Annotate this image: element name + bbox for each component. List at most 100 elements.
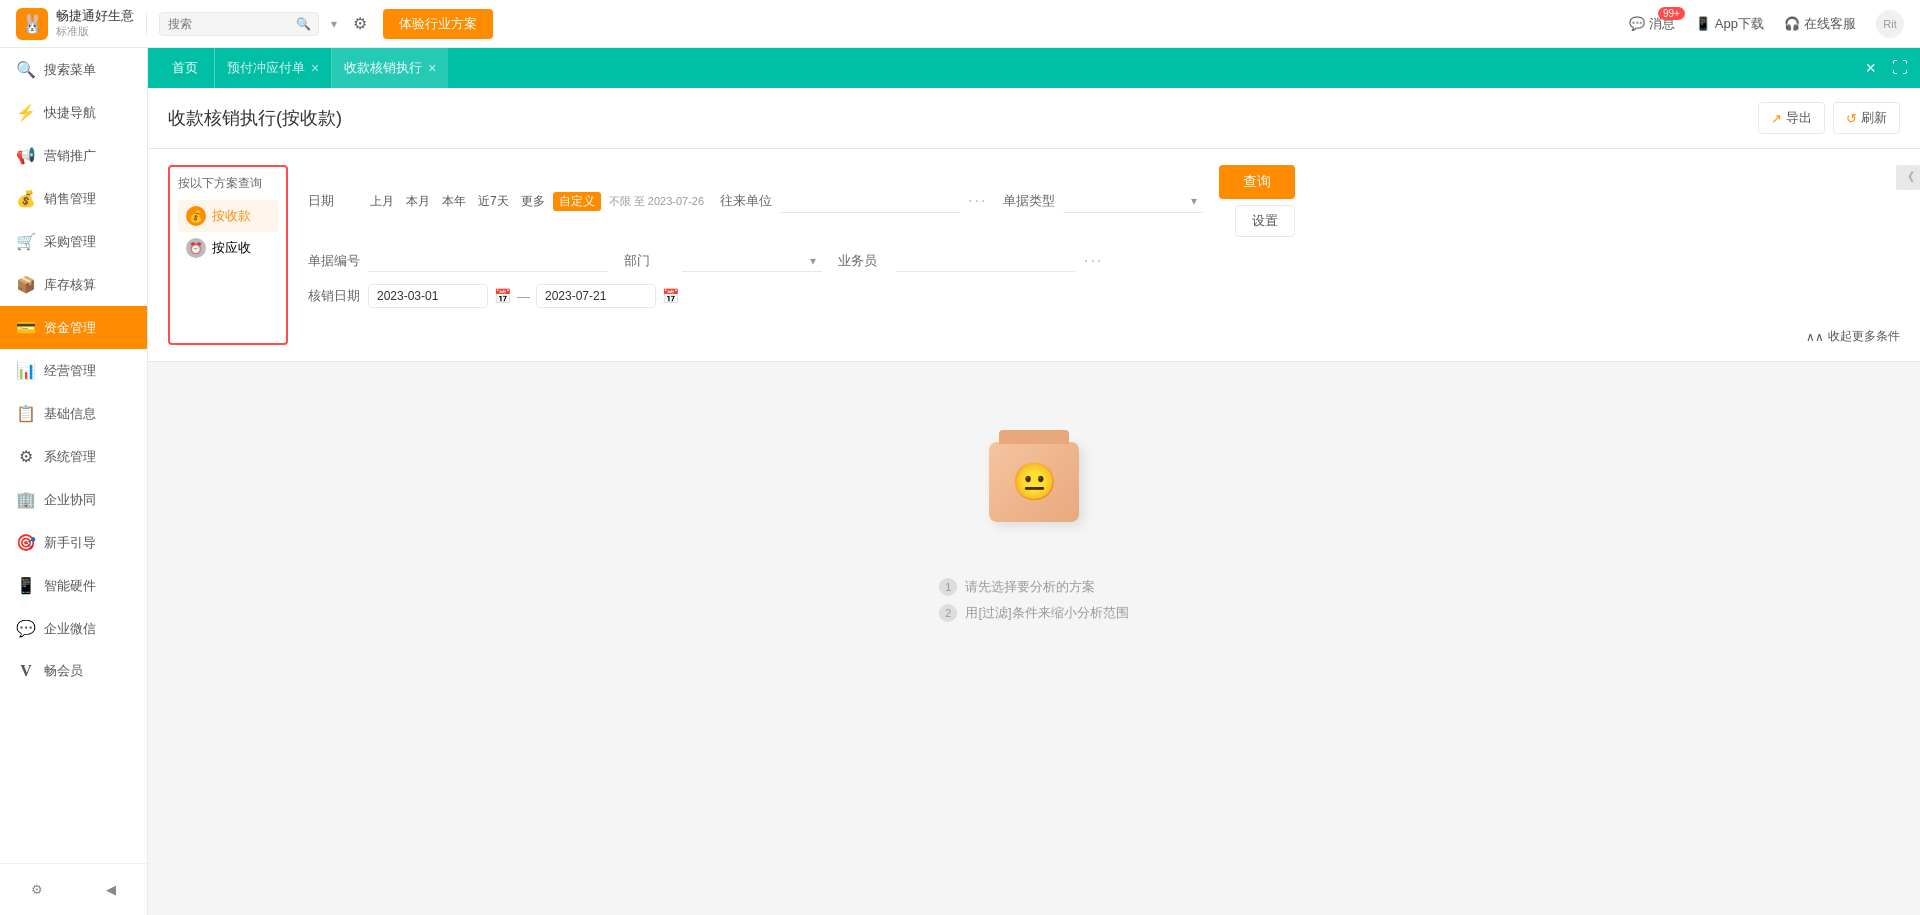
shortcut-custom[interactable]: 自定义 [553, 192, 601, 211]
date-separator: — [517, 289, 530, 304]
sidebar-item-wechat[interactable]: 💬 企业微信 [0, 607, 147, 650]
doc-type-select[interactable] [1063, 190, 1203, 213]
wechat-icon: 💬 [16, 619, 36, 638]
sidebar-item-finance[interactable]: 💳 资金管理 [0, 306, 147, 349]
verify-date-group: 核销日期 📅 — 📅 [308, 284, 679, 308]
calendar-icon-end[interactable]: 📅 [662, 288, 679, 304]
operation-icon: 📊 [16, 361, 36, 380]
sidebar-item-purchase[interactable]: 🛒 采购管理 [0, 220, 147, 263]
top-bar-right: 💬 消息 99+ 📱 App下载 🎧 在线客服 Rit [1629, 10, 1904, 38]
tab-bar: 首页 预付冲应付单 × 收款核销执行 × × ⛶ [148, 48, 1920, 88]
sidebar-item-label: 库存核算 [44, 276, 96, 294]
sidebar-item-operation[interactable]: 📊 经营管理 [0, 349, 147, 392]
staff-dots[interactable]: ··· [1084, 252, 1103, 270]
filter-by-receipt[interactable]: 💰 按收款 [178, 200, 278, 232]
doc-number-group: 单据编号 [308, 249, 608, 272]
message-item[interactable]: 💬 消息 99+ [1629, 15, 1675, 33]
avatar-text: Rit [1883, 18, 1896, 30]
empty-box: 😐 [989, 442, 1079, 522]
search-menu-icon: 🔍 [16, 60, 36, 79]
gear-button[interactable]: ⚙ [349, 10, 371, 37]
sidebar-item-search[interactable]: 🔍 搜索菜单 [0, 48, 147, 91]
tab-close-icon[interactable]: × [311, 60, 319, 76]
shortcut-last-month[interactable]: 上月 [366, 192, 398, 211]
shortcut-this-year[interactable]: 本年 [438, 192, 470, 211]
filter-layout: 按以下方案查询 💰 按收款 ⏰ 按应收 《 [168, 165, 1900, 345]
sidebar-item-hardware[interactable]: 📱 智能硬件 [0, 564, 147, 607]
tab-receipt[interactable]: 收款核销执行 × [332, 48, 448, 88]
brand-logo: 🐰 [16, 8, 48, 40]
counterpart-label: 往来单位 [720, 192, 772, 210]
tab-receipt-label: 收款核销执行 [344, 59, 422, 77]
dept-select[interactable] [682, 249, 822, 272]
query-button[interactable]: 查询 [1219, 165, 1295, 199]
search-input[interactable] [159, 12, 319, 36]
shortcut-this-month[interactable]: 本月 [402, 192, 434, 211]
search-wrapper: 🔍 [159, 12, 319, 36]
sidebar-item-label: 销售管理 [44, 190, 96, 208]
empty-hints: 1 请先选择要分析的方案 2 用[过滤]条件来缩小分析范围 [939, 578, 1128, 622]
empty-illustration: 😐 [974, 442, 1094, 562]
brand-sub: 标准版 [56, 24, 134, 39]
sidebar-item-label: 采购管理 [44, 233, 96, 251]
empty-face-icon: 😐 [1012, 461, 1057, 503]
sidebar-item-inventory[interactable]: 📦 库存核算 [0, 263, 147, 306]
inventory-icon: 📦 [16, 275, 36, 294]
tab-prepay[interactable]: 预付冲应付单 × [215, 48, 332, 88]
hint-num-2: 2 [939, 604, 957, 622]
sidebar-item-quick-nav[interactable]: ⚡ 快捷导航 [0, 91, 147, 134]
top-bar: 🐰 畅捷通好生意 标准版 🔍 ▾ ⚙ 体验行业方案 💬 消息 99+ 📱 App… [0, 0, 1920, 48]
purchase-icon: 🛒 [16, 232, 36, 251]
staff-input[interactable] [896, 249, 1076, 272]
sidebar-item-marketing[interactable]: 📢 营销推广 [0, 134, 147, 177]
message-icon: 💬 [1629, 16, 1645, 31]
shortcut-more[interactable]: 更多 [517, 192, 549, 211]
filter-option2-label: 按应收 [212, 239, 251, 257]
search-icon: 🔍 [296, 17, 311, 31]
sidebar-item-system[interactable]: ⚙ 系统管理 [0, 435, 147, 478]
sidebar-item-sales[interactable]: 💰 销售管理 [0, 177, 147, 220]
tab-receipt-close-icon[interactable]: × [428, 60, 436, 76]
counterpart-dots[interactable]: ··· [968, 192, 987, 210]
tab-home[interactable]: 首页 [156, 48, 215, 88]
doc-number-input[interactable] [368, 249, 608, 272]
sidebar-item-member[interactable]: V 畅会员 [0, 650, 147, 692]
calendar-icon-start[interactable]: 📅 [494, 288, 511, 304]
tab-bar-right: × ⛶ [1861, 54, 1912, 83]
tab-close-window-btn[interactable]: × [1861, 54, 1880, 83]
refresh-button[interactable]: ↺ 刷新 [1833, 102, 1900, 134]
collapse-more-button[interactable]: ∧∧ 收起更多条件 [1806, 328, 1900, 345]
sidebar-item-label: 基础信息 [44, 405, 96, 423]
filter-row-2: 单据编号 部门 业务员 [308, 249, 1900, 272]
sidebar-item-basic-info[interactable]: 📋 基础信息 [0, 392, 147, 435]
doc-type-select-wrapper [1063, 190, 1203, 213]
receivable-icon: ⏰ [186, 238, 206, 258]
sidebar: 🔍 搜索菜单 ⚡ 快捷导航 📢 营销推广 💰 销售管理 🛒 采购管理 📦 库存核… [0, 48, 148, 915]
verify-start-input[interactable] [368, 284, 488, 308]
user-avatar[interactable]: Rit [1876, 10, 1904, 38]
export-icon: ↗ [1771, 111, 1782, 126]
sidebar-item-guide[interactable]: 🎯 新手引导 [0, 521, 147, 564]
guide-icon: 🎯 [16, 533, 36, 552]
tab-fullscreen-btn[interactable]: ⛶ [1888, 55, 1912, 81]
sidebar-settings-btn[interactable]: ⚙ [15, 872, 59, 907]
filter-by-receivable[interactable]: ⏰ 按应收 [178, 232, 278, 264]
sidebar-item-label: 营销推广 [44, 147, 96, 165]
collapse-filter-btn[interactable]: 《 [1896, 165, 1920, 190]
tab-prepay-label: 预付冲应付单 [227, 59, 305, 77]
app-download-item[interactable]: 📱 App下载 [1695, 15, 1764, 33]
quick-nav-icon: ⚡ [16, 103, 36, 122]
hint-num-1: 1 [939, 578, 957, 596]
online-service-item[interactable]: 🎧 在线客服 [1784, 15, 1856, 33]
sidebar-item-enterprise[interactable]: 🏢 企业协同 [0, 478, 147, 521]
staff-label: 业务员 [838, 252, 888, 270]
receipt-icon: 💰 [186, 206, 206, 226]
solution-button[interactable]: 体验行业方案 [383, 9, 493, 39]
verify-end-input[interactable] [536, 284, 656, 308]
export-button[interactable]: ↗ 导出 [1758, 102, 1825, 134]
dropdown-icon[interactable]: ▾ [331, 17, 337, 31]
counterpart-input[interactable] [780, 190, 960, 213]
sidebar-collapse-btn[interactable]: ◀ [90, 872, 132, 907]
settings-button[interactable]: 设置 [1235, 205, 1295, 237]
shortcut-7days[interactable]: 近7天 [474, 192, 513, 211]
